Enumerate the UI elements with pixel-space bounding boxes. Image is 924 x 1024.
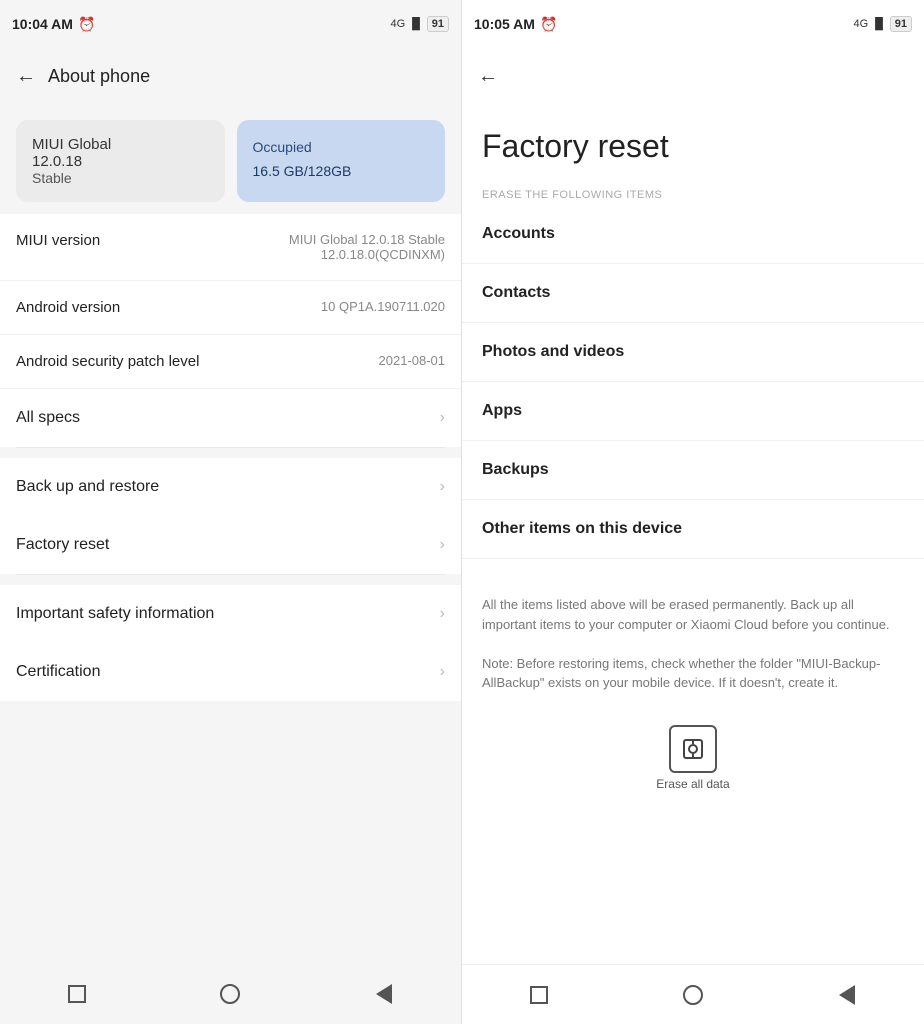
- safety-info-row[interactable]: Important safety information ›: [0, 585, 461, 643]
- factory-reset-title: Factory reset: [462, 104, 924, 181]
- right-back-icon: [839, 985, 855, 1005]
- right-battery: 91: [890, 16, 912, 32]
- occupied-card: Occupied 16.5 GB/128GB: [237, 120, 446, 202]
- right-home-icon: [683, 985, 703, 1005]
- left-top-bar: ← About phone: [0, 48, 461, 104]
- section-gap-2: [0, 575, 461, 585]
- right-time-text: 10:05 AM: [474, 16, 535, 32]
- miui-version-label: MIUI version: [16, 232, 245, 249]
- right-top-bar: ←: [462, 48, 924, 104]
- erase-icon: [669, 725, 717, 773]
- left-time: 10:04 AM ⏰: [12, 16, 95, 33]
- erase-item-apps: Apps: [462, 382, 924, 441]
- all-specs-chevron: ›: [440, 409, 445, 427]
- occupied-size: 16.5 GB/128GB: [253, 155, 430, 183]
- factory-reset-label: Factory reset: [16, 536, 109, 554]
- right-status-icons: 4G ▐▌ 91: [853, 16, 912, 32]
- right-signal-bars: ▐▌: [871, 18, 887, 30]
- left-nav-back-btn[interactable]: [369, 979, 399, 1009]
- erase-item-accounts: Accounts: [462, 205, 924, 264]
- erase-svg-icon: [681, 737, 705, 761]
- erase-item-contacts: Contacts: [462, 264, 924, 323]
- right-back-button[interactable]: ←: [478, 65, 498, 88]
- all-specs-label: All specs: [16, 409, 80, 427]
- storage-row: MIUI Global 12.0.18 Stable Occupied 16.5…: [0, 104, 461, 214]
- spacer: [462, 559, 924, 579]
- occupied-size-value: 16.5 GB: [253, 163, 304, 179]
- left-bottom-nav: [0, 964, 461, 1024]
- android-version-row: Android version 10 QP1A.190711.020: [0, 281, 461, 335]
- factory-reset-content: Factory reset ERASE THE FOLLOWING ITEMS …: [462, 104, 924, 964]
- section-gap-1: [0, 448, 461, 458]
- occupied-total: /128GB: [304, 163, 351, 179]
- left-signal-icon: 4G: [390, 18, 405, 30]
- left-page-title: About phone: [48, 66, 150, 87]
- left-time-text: 10:04 AM: [12, 16, 73, 32]
- left-status-icons: 4G ▐▌ 91: [390, 16, 449, 32]
- miui-line1: MIUI Global: [32, 136, 209, 153]
- erase-item-photos: Photos and videos: [462, 323, 924, 382]
- backup-restore-row[interactable]: Back up and restore ›: [0, 458, 461, 516]
- left-back-button[interactable]: ←: [16, 65, 36, 88]
- backup-restore-chevron: ›: [440, 478, 445, 496]
- erase-item-other: Other items on this device: [462, 500, 924, 559]
- right-nav-back-btn[interactable]: [832, 980, 862, 1010]
- left-nav-square-btn[interactable]: [62, 979, 92, 1009]
- warning-paragraph-2: Note: Before restoring items, check whet…: [482, 654, 904, 693]
- backup-restore-label: Back up and restore: [16, 478, 159, 496]
- miui-card: MIUI Global 12.0.18 Stable: [16, 120, 225, 202]
- safety-info-chevron: ›: [440, 605, 445, 623]
- left-battery: 91: [427, 16, 449, 32]
- warning-text-1: All the items listed above will be erase…: [462, 579, 924, 709]
- security-patch-row: Android security patch level 2021-08-01: [0, 335, 461, 389]
- security-patch-label: Android security patch level: [16, 353, 245, 370]
- erase-all-button[interactable]: Erase all data: [462, 709, 924, 807]
- erase-item-backups: Backups: [462, 441, 924, 500]
- right-status-bar: 10:05 AM ⏰ 4G ▐▌ 91: [462, 0, 924, 48]
- left-square-icon: [68, 985, 86, 1003]
- left-back-icon: [376, 984, 392, 1004]
- right-nav-square-btn[interactable]: [524, 980, 554, 1010]
- right-alarm-icon: ⏰: [540, 16, 557, 33]
- miui-line2: 12.0.18: [32, 153, 209, 170]
- factory-reset-chevron: ›: [440, 536, 445, 554]
- right-nav-home-btn[interactable]: [678, 980, 708, 1010]
- right-panel: 10:05 AM ⏰ 4G ▐▌ 91 ← Factory reset ERAS…: [462, 0, 924, 1024]
- left-alarm-icon: ⏰: [78, 16, 95, 33]
- occupied-label: Occupied: [253, 139, 430, 155]
- certification-label: Certification: [16, 663, 100, 681]
- warning-paragraph-1: All the items listed above will be erase…: [482, 595, 904, 634]
- right-signal-icon: 4G: [853, 18, 868, 30]
- erase-heading: ERASE THE FOLLOWING ITEMS: [462, 181, 924, 205]
- left-status-bar: 10:04 AM ⏰ 4G ▐▌ 91: [0, 0, 461, 48]
- left-panel: 10:04 AM ⏰ 4G ▐▌ 91 ← About phone MIUI G…: [0, 0, 462, 1024]
- right-time: 10:05 AM ⏰: [474, 16, 557, 33]
- miui-version-row: MIUI version MIUI Global 12.0.18 Stable …: [0, 214, 461, 281]
- certification-row[interactable]: Certification ›: [0, 643, 461, 701]
- factory-reset-row[interactable]: Factory reset ›: [0, 516, 461, 574]
- certification-chevron: ›: [440, 663, 445, 681]
- right-square-icon: [530, 986, 548, 1004]
- android-version-value: 10 QP1A.190711.020: [245, 299, 445, 314]
- right-bottom-nav: [462, 964, 924, 1024]
- miui-line3: Stable: [32, 170, 209, 186]
- android-version-label: Android version: [16, 299, 245, 316]
- all-specs-row[interactable]: All specs ›: [0, 389, 461, 447]
- safety-info-label: Important safety information: [16, 605, 214, 623]
- security-patch-value: 2021-08-01: [245, 353, 445, 368]
- left-home-icon: [220, 984, 240, 1004]
- about-content: MIUI Global 12.0.18 Stable Occupied 16.5…: [0, 104, 461, 964]
- left-signal-bars: ▐▌: [408, 18, 424, 30]
- miui-version-value: MIUI Global 12.0.18 Stable 12.0.18.0(QCD…: [245, 232, 445, 262]
- info-section: MIUI version MIUI Global 12.0.18 Stable …: [0, 214, 461, 389]
- erase-all-label: Erase all data: [656, 777, 729, 791]
- left-nav-home-btn[interactable]: [215, 979, 245, 1009]
